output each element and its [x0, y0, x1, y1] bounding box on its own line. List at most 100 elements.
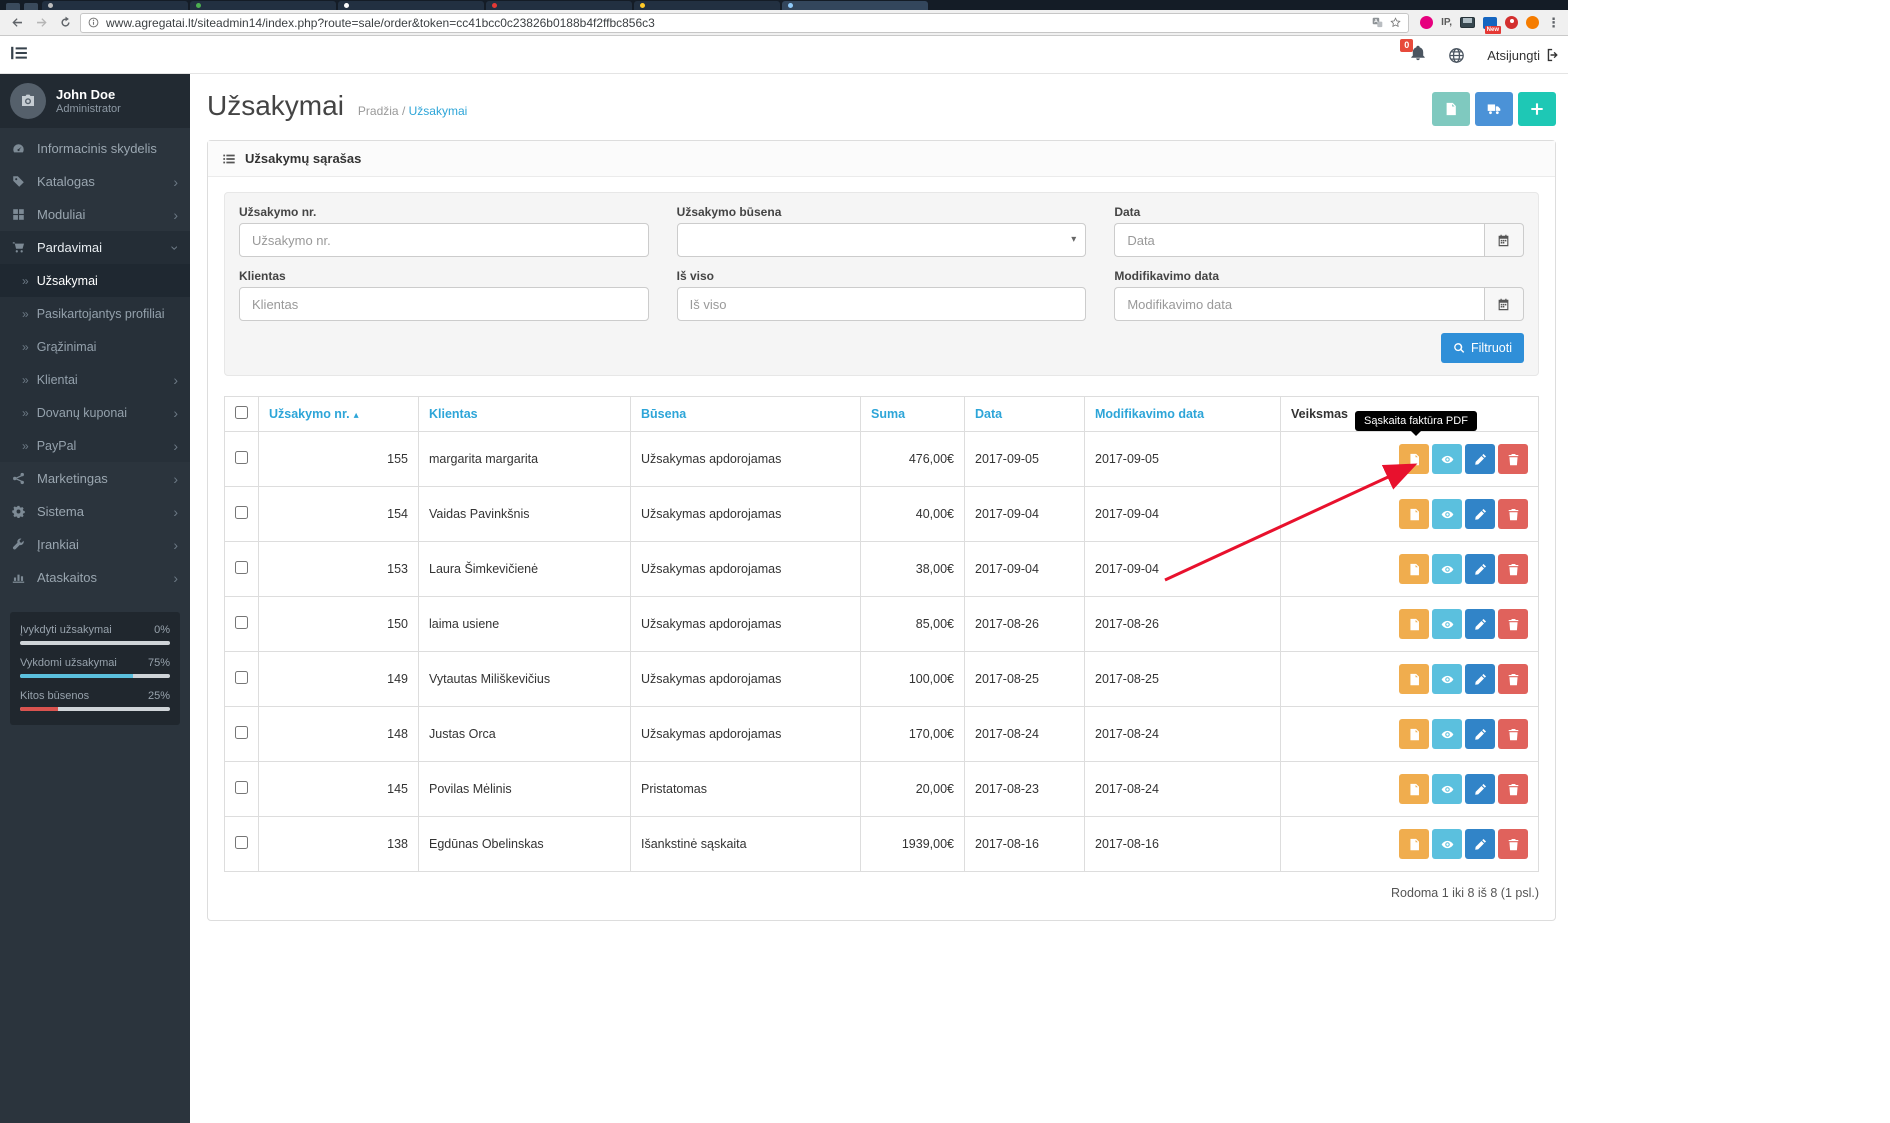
print-invoice-button[interactable] — [1432, 92, 1470, 126]
sidebar-subitem-orders[interactable]: » Užsakymai — [0, 264, 190, 297]
orange-extension-icon[interactable] — [1526, 15, 1539, 31]
forward-button[interactable] — [32, 13, 51, 32]
filter-button[interactable]: Filtruoti — [1441, 333, 1524, 363]
sort-customer[interactable]: Klientas — [429, 407, 478, 421]
date-picker-button[interactable] — [1483, 287, 1524, 321]
pinned-tab[interactable] — [24, 3, 38, 10]
row-checkbox[interactable] — [235, 506, 248, 519]
url-bar[interactable]: www.agregatai.lt/siteadmin14/index.php?r… — [80, 12, 1410, 33]
invoice-pdf-button[interactable] — [1399, 774, 1429, 804]
invoice-pdf-button[interactable] — [1399, 609, 1429, 639]
filter-date-input[interactable] — [1114, 223, 1484, 257]
sort-date[interactable]: Data — [975, 407, 1002, 421]
browser-tab[interactable] — [634, 1, 780, 10]
browser-tab[interactable] — [486, 1, 632, 10]
sidebar-item-tools[interactable]: Įrankiai › — [0, 528, 190, 561]
sidebar-item-sales[interactable]: Pardavimai › — [0, 231, 190, 264]
sidebar-item-dashboard[interactable]: Informacinis skydelis — [0, 132, 190, 165]
logout-button[interactable]: Atsijungti — [1487, 48, 1560, 63]
invoice-pdf-button[interactable] — [1399, 664, 1429, 694]
delete-order-button[interactable] — [1498, 554, 1528, 584]
sidebar-subitem-gift-vouchers[interactable]: » Dovanų kuponai › — [0, 396, 190, 429]
pinned-tab[interactable] — [6, 3, 20, 10]
sort-modified[interactable]: Modifikavimo data — [1095, 407, 1204, 421]
edit-order-button[interactable] — [1465, 499, 1495, 529]
red-extension-icon[interactable] — [1505, 15, 1518, 31]
invoice-pdf-button[interactable] — [1399, 719, 1429, 749]
sidebar-subitem-paypal[interactable]: » PayPal › — [0, 429, 190, 462]
browser-tab[interactable] — [338, 1, 484, 10]
screen-capture-extension-icon[interactable] — [1460, 15, 1475, 31]
delete-order-button[interactable] — [1498, 664, 1528, 694]
sidebar-item-marketing[interactable]: Marketingas › — [0, 462, 190, 495]
edit-order-button[interactable] — [1465, 719, 1495, 749]
sidebar-item-modules[interactable]: Moduliai › — [0, 198, 190, 231]
delete-order-button[interactable] — [1498, 609, 1528, 639]
sort-total[interactable]: Suma — [871, 407, 905, 421]
sort-order-no[interactable]: Užsakymo nr. ▴ — [269, 407, 359, 421]
storefront-button[interactable] — [1448, 47, 1465, 64]
delete-order-button[interactable] — [1498, 444, 1528, 474]
row-checkbox[interactable] — [235, 451, 248, 464]
add-order-button[interactable] — [1518, 92, 1556, 126]
view-order-button[interactable] — [1432, 499, 1462, 529]
browser-tab[interactable] — [42, 1, 188, 10]
bookmark-star-icon[interactable] — [1390, 17, 1401, 28]
edit-order-button[interactable] — [1465, 444, 1495, 474]
delete-order-button[interactable] — [1498, 719, 1528, 749]
breadcrumb-current[interactable]: Užsakymai — [409, 104, 468, 118]
view-order-button[interactable] — [1432, 444, 1462, 474]
invoice-pdf-button[interactable] — [1399, 829, 1429, 859]
edit-order-button[interactable] — [1465, 664, 1495, 694]
delete-order-button[interactable] — [1498, 829, 1528, 859]
reload-button[interactable] — [56, 13, 75, 32]
print-shipping-list-button[interactable] — [1475, 92, 1513, 126]
edit-order-button[interactable] — [1465, 829, 1495, 859]
edit-order-button[interactable] — [1465, 609, 1495, 639]
view-order-button[interactable] — [1432, 664, 1462, 694]
sidebar-item-catalog[interactable]: Katalogas › — [0, 165, 190, 198]
row-checkbox[interactable] — [235, 561, 248, 574]
browser-tab-active[interactable] — [782, 1, 928, 10]
sidebar-item-system[interactable]: Sistema › — [0, 495, 190, 528]
row-checkbox[interactable] — [235, 726, 248, 739]
sidebar-subitem-recurring-profiles[interactable]: » Pasikartojantys profiliai — [0, 297, 190, 330]
row-checkbox[interactable] — [235, 836, 248, 849]
browser-menu-button[interactable]: ⋮ — [1547, 15, 1560, 31]
sidebar-subitem-customers[interactable]: » Klientai › — [0, 363, 190, 396]
tv-extension-icon[interactable]: New — [1483, 15, 1501, 34]
order-status-select[interactable] — [676, 223, 1087, 257]
filter-order-no-input[interactable] — [239, 223, 649, 257]
sidebar-toggle-button[interactable] — [10, 44, 32, 66]
delete-order-button[interactable] — [1498, 499, 1528, 529]
filter-total-input[interactable] — [676, 287, 1087, 321]
view-order-button[interactable] — [1432, 554, 1462, 584]
filter-customer-input[interactable] — [239, 287, 649, 321]
invoice-pdf-button[interactable] — [1399, 554, 1429, 584]
sort-status[interactable]: Būsena — [641, 407, 686, 421]
invoice-pdf-button[interactable] — [1399, 499, 1429, 529]
view-order-button[interactable] — [1432, 774, 1462, 804]
select-all-checkbox[interactable] — [235, 406, 248, 419]
row-checkbox[interactable] — [235, 671, 248, 684]
delete-order-button[interactable] — [1498, 774, 1528, 804]
translate-icon[interactable] — [1372, 17, 1383, 28]
color-picker-extension-icon[interactable] — [1420, 15, 1434, 31]
date-picker-button[interactable] — [1483, 223, 1524, 257]
view-order-button[interactable] — [1432, 829, 1462, 859]
invoice-pdf-button[interactable] — [1399, 444, 1429, 474]
edit-order-button[interactable] — [1465, 554, 1495, 584]
row-checkbox[interactable] — [235, 616, 248, 629]
row-checkbox[interactable] — [235, 781, 248, 794]
back-button[interactable] — [8, 13, 27, 32]
view-order-button[interactable] — [1432, 719, 1462, 749]
ip-extension-icon[interactable]: IP, — [1441, 15, 1452, 31]
view-order-button[interactable] — [1432, 609, 1462, 639]
sidebar-subitem-returns[interactable]: » Grąžinimai — [0, 330, 190, 363]
browser-tab[interactable] — [190, 1, 336, 10]
notifications-button[interactable]: 0 — [1400, 38, 1426, 66]
edit-order-button[interactable] — [1465, 774, 1495, 804]
page-info-icon[interactable] — [88, 17, 99, 28]
filter-modified-input[interactable] — [1114, 287, 1484, 321]
sidebar-item-reports[interactable]: Ataskaitos › — [0, 561, 190, 594]
